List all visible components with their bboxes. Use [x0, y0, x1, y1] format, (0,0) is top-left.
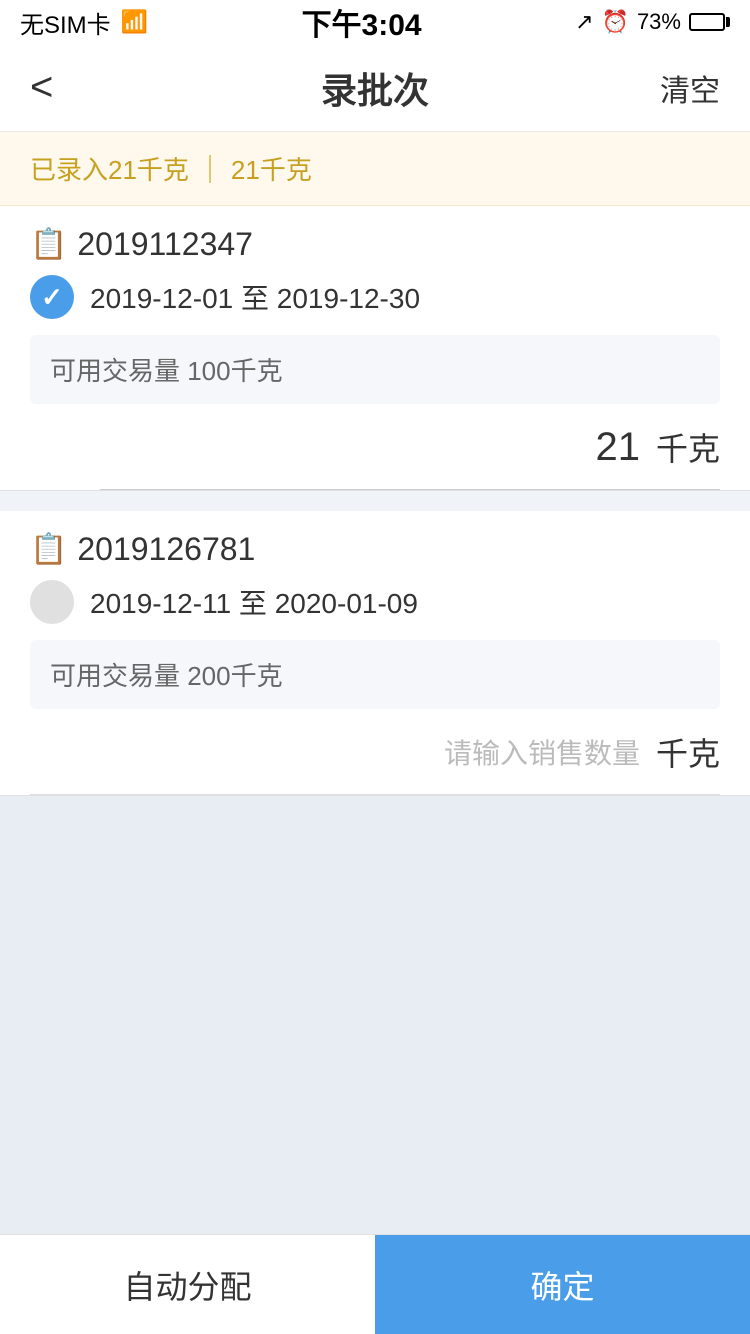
batch1-id: 2019112347 — [77, 226, 253, 263]
batch1-id-row: 📋 2019112347 — [30, 226, 720, 263]
status-time: 下午3:04 — [302, 0, 422, 44]
batch2-icon: 📋 — [30, 532, 67, 567]
alarm-icon: ⏰ — [602, 9, 629, 35]
location-icon: ↗ — [575, 9, 593, 35]
batch2-date: 2019-12-11 至 2020-01-09 — [90, 582, 418, 622]
wifi-icon: 📶 — [121, 9, 148, 35]
battery-icon — [689, 13, 730, 31]
scroll-area: 已录入21千克 21千克 📋 2019112347 ✓ — [0, 132, 750, 1234]
input-underline — [30, 794, 720, 795]
gray-area — [0, 796, 750, 1234]
section-separator — [0, 491, 750, 511]
check-icon: ✓ — [41, 282, 63, 313]
batch2-date-row[interactable]: 2019-12-11 至 2020-01-09 — [30, 580, 720, 624]
batch2-checkbox[interactable] — [30, 580, 74, 624]
recorded-text: 已录入21千克 — [30, 150, 189, 187]
batch2-id: 2019126781 — [77, 531, 255, 568]
batch1-checkbox[interactable]: ✓ — [30, 275, 74, 319]
batch2-avail: 可用交易量 200千克 — [30, 640, 720, 709]
info-divider — [209, 155, 211, 183]
page-title: 录批次 — [321, 62, 429, 114]
back-button[interactable]: < — [30, 65, 90, 110]
battery-percent: 73% — [637, 9, 681, 35]
batch1-quantity-row[interactable]: 21 千克 — [0, 404, 750, 491]
bottom-buttons: 自动分配 确定 — [0, 1234, 750, 1334]
status-bar: 无SIM卡 📶 下午3:04 ↗ ⏰ 73% — [0, 0, 750, 44]
nav-bar: < 录批次 清空 — [0, 44, 750, 132]
batch2-avail-text: 可用交易量 200千克 — [50, 661, 283, 691]
batch1-date-row[interactable]: ✓ 2019-12-01 至 2019-12-30 — [30, 275, 720, 319]
status-left: 无SIM卡 📶 — [20, 5, 148, 40]
batch1-icon: 📋 — [30, 227, 67, 262]
status-right: ↗ ⏰ 73% — [575, 9, 730, 35]
auto-distribute-button[interactable]: 自动分配 — [0, 1235, 375, 1334]
info-banner: 已录入21千克 21千克 — [0, 132, 750, 206]
batch2-id-row: 📋 2019126781 — [30, 531, 720, 568]
carrier-text: 无SIM卡 — [20, 5, 111, 40]
confirm-button[interactable]: 确定 — [375, 1235, 750, 1334]
clear-button[interactable]: 清空 — [660, 66, 720, 110]
batch1-avail: 可用交易量 100千克 — [30, 335, 720, 404]
main-content: 已录入21千克 21千克 📋 2019112347 ✓ — [0, 132, 750, 1334]
batch2-input-row[interactable]: 请输入销售数量 千克 — [0, 709, 750, 796]
batch1-quantity-unit: 千克 — [656, 424, 720, 470]
batch2-input-unit: 千克 — [656, 729, 720, 775]
recorded-amount: 21千克 — [231, 150, 312, 187]
batch1-quantity-value[interactable]: 21 — [595, 425, 640, 470]
batch1-date: 2019-12-01 至 2019-12-30 — [90, 277, 420, 317]
batch1-avail-text: 可用交易量 100千克 — [50, 356, 283, 386]
batch-card-1: 📋 2019112347 ✓ 2019-12-01 至 2019-12-30 可… — [0, 206, 750, 491]
batch2-input-placeholder[interactable]: 请输入销售数量 — [30, 732, 640, 772]
batch-card-2: 📋 2019126781 2019-12-11 至 2020-01-09 可用交… — [0, 511, 750, 796]
